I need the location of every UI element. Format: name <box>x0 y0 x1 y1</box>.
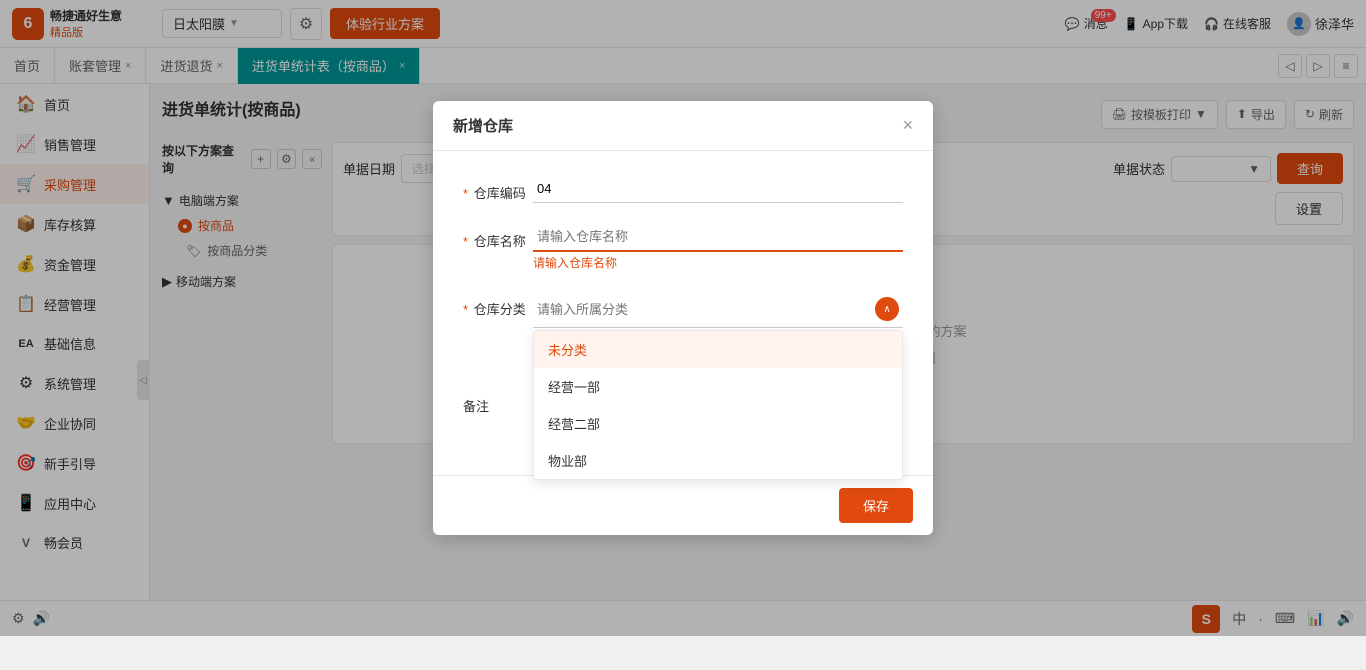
category-dropdown-icon[interactable]: ∧ <box>875 297 899 321</box>
modal-footer: 保存 <box>433 475 933 535</box>
warehouse-category-select[interactable]: ∧ <box>533 291 903 328</box>
dropdown-item-dept1[interactable]: 经营一部 <box>534 368 902 405</box>
warehouse-code-input[interactable] <box>533 175 903 203</box>
modal-overlay: 新增仓库 × * 仓库编码 * 仓库名称 <box>0 0 1366 636</box>
dropdown-item-dept2[interactable]: 经营二部 <box>534 405 902 442</box>
modal-title: 新增仓库 <box>453 115 513 136</box>
warehouse-note-label: 备注 <box>463 388 533 415</box>
dropdown-item-property[interactable]: 物业部 <box>534 442 902 479</box>
warehouse-category-row: * 仓库分类 ∧ 未分类 经营一部 经营二部 物业部 <box>463 291 903 328</box>
dropdown-item-uncategorized[interactable]: 未分类 <box>534 331 902 368</box>
warehouse-code-control <box>533 175 903 203</box>
warehouse-name-input[interactable] <box>533 223 903 252</box>
warehouse-name-row: * 仓库名称 请输入仓库名称 <box>463 223 903 271</box>
category-dropdown-list: 未分类 经营一部 经营二部 物业部 <box>533 330 903 480</box>
warehouse-name-error: 请输入仓库名称 <box>533 254 903 271</box>
warehouse-category-label: * 仓库分类 <box>463 291 533 318</box>
modal-close-button[interactable]: × <box>902 115 913 136</box>
new-warehouse-modal: 新增仓库 × * 仓库编码 * 仓库名称 <box>433 101 933 535</box>
modal-body: * 仓库编码 * 仓库名称 请输入仓库名称 <box>433 151 933 475</box>
modal-header: 新增仓库 × <box>433 101 933 151</box>
save-button[interactable]: 保存 <box>839 488 913 523</box>
warehouse-category-control: ∧ <box>533 291 903 328</box>
category-input[interactable] <box>537 302 875 317</box>
warehouse-code-label: * 仓库编码 <box>463 175 533 202</box>
warehouse-name-label: * 仓库名称 <box>463 223 533 250</box>
warehouse-code-row: * 仓库编码 <box>463 175 903 203</box>
warehouse-name-control: 请输入仓库名称 <box>533 223 903 271</box>
